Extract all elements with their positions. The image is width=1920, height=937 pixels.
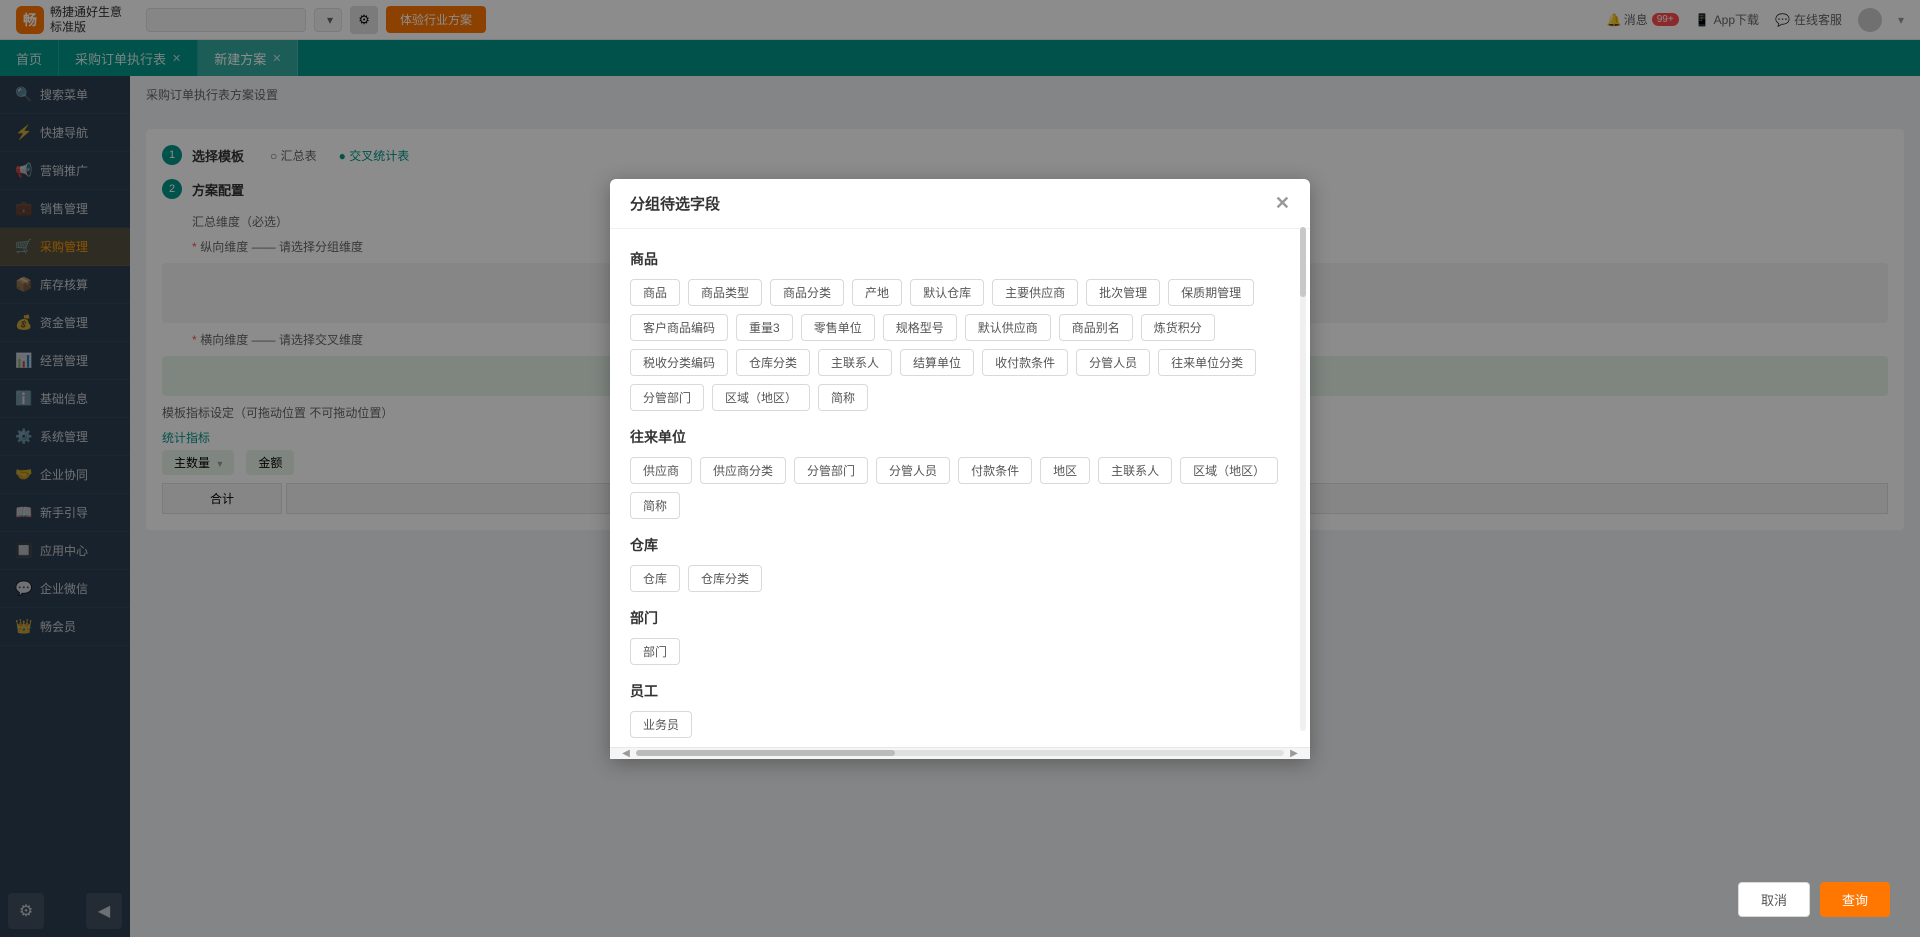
field-tag[interactable]: 仓库分类 xyxy=(688,565,762,592)
field-tag[interactable]: 炼货积分 xyxy=(1141,314,1215,341)
field-tag[interactable]: 商品 xyxy=(630,279,680,306)
hscroll-right[interactable]: ▶ xyxy=(1284,748,1304,759)
field-tag[interactable]: 商品别名 xyxy=(1059,314,1133,341)
field-tag[interactable]: 默认供应商 xyxy=(965,314,1051,341)
field-tag[interactable]: 简称 xyxy=(818,384,868,411)
field-tag[interactable]: 主联系人 xyxy=(1098,457,1172,484)
field-tag[interactable]: 付款条件 xyxy=(958,457,1032,484)
field-tag[interactable]: 主要供应商 xyxy=(992,279,1078,306)
field-tag[interactable]: 仓库分类 xyxy=(736,349,810,376)
field-tag[interactable]: 零售单位 xyxy=(801,314,875,341)
field-tag[interactable]: 分管部门 xyxy=(630,384,704,411)
section-title-warehouse: 仓库 xyxy=(630,535,1290,555)
field-grid-dept: 部门 xyxy=(630,638,1290,665)
section-title-goods: 商品 xyxy=(630,249,1290,269)
modal-title: 分组待选字段 xyxy=(630,193,720,214)
field-tag[interactable]: 部门 xyxy=(630,638,680,665)
field-tag[interactable]: 收付款条件 xyxy=(982,349,1068,376)
modal-body[interactable]: 商品 商品 商品类型 商品分类 产地 默认仓库 主要供应商 批次管理 保质期管理… xyxy=(610,229,1310,747)
field-tag[interactable]: 地区 xyxy=(1040,457,1090,484)
field-tag[interactable]: 商品分类 xyxy=(770,279,844,306)
confirm-button[interactable]: 查询 xyxy=(1820,882,1890,917)
field-tag[interactable]: 主联系人 xyxy=(818,349,892,376)
field-tag[interactable]: 分管人员 xyxy=(876,457,950,484)
field-tag[interactable]: 保质期管理 xyxy=(1168,279,1254,306)
modal-overlay: 分组待选字段 ✕ 商品 商品 商品类型 商品分类 产地 默认仓库 主要供应商 批… xyxy=(0,0,1920,937)
hscroll-track xyxy=(636,750,1284,756)
section-title-staff: 员工 xyxy=(630,681,1290,701)
vscroll-track[interactable] xyxy=(1300,227,1306,731)
field-tag[interactable]: 产地 xyxy=(852,279,902,306)
field-tag[interactable]: 商品类型 xyxy=(688,279,762,306)
field-tag[interactable]: 规格型号 xyxy=(883,314,957,341)
field-tag[interactable]: 区域（地区） xyxy=(712,384,810,411)
cancel-button[interactable]: 取消 xyxy=(1738,882,1810,917)
hscroll-left[interactable]: ◀ xyxy=(616,748,636,759)
section-title-partners: 往来单位 xyxy=(630,427,1290,447)
field-tag[interactable]: 供应商 xyxy=(630,457,692,484)
field-grid-partners: 供应商 供应商分类 分管部门 分管人员 付款条件 地区 主联系人 区域（地区） … xyxy=(630,457,1290,519)
modal-hscroll[interactable]: ◀ ▶ xyxy=(610,747,1310,759)
field-tag[interactable]: 仓库 xyxy=(630,565,680,592)
field-tag[interactable]: 简称 xyxy=(630,492,680,519)
modal: 分组待选字段 ✕ 商品 商品 商品类型 商品分类 产地 默认仓库 主要供应商 批… xyxy=(610,179,1310,759)
field-tag[interactable]: 默认仓库 xyxy=(910,279,984,306)
hscroll-thumb xyxy=(636,750,895,756)
field-grid-staff: 业务员 xyxy=(630,711,1290,738)
field-tag[interactable]: 往来单位分类 xyxy=(1158,349,1256,376)
field-tag[interactable]: 重量3 xyxy=(736,314,793,341)
field-tag[interactable]: 结算单位 xyxy=(900,349,974,376)
field-tag[interactable]: 客户商品编码 xyxy=(630,314,728,341)
field-tag[interactable]: 区域（地区） xyxy=(1180,457,1278,484)
field-tag[interactable]: 业务员 xyxy=(630,711,692,738)
modal-footer: 取消 查询 xyxy=(1738,882,1890,917)
field-grid-warehouse: 仓库 仓库分类 xyxy=(630,565,1290,592)
section-title-dept: 部门 xyxy=(630,608,1290,628)
field-grid-goods: 商品 商品类型 商品分类 产地 默认仓库 主要供应商 批次管理 保质期管理 客户… xyxy=(630,279,1290,411)
field-tag[interactable]: 供应商分类 xyxy=(700,457,786,484)
modal-header: 分组待选字段 ✕ xyxy=(610,179,1310,229)
field-tag[interactable]: 分管部门 xyxy=(794,457,868,484)
modal-close-btn[interactable]: ✕ xyxy=(1275,194,1290,212)
field-tag[interactable]: 税收分类编码 xyxy=(630,349,728,376)
field-tag[interactable]: 批次管理 xyxy=(1086,279,1160,306)
field-tag[interactable]: 分管人员 xyxy=(1076,349,1150,376)
vscroll-thumb xyxy=(1300,227,1306,297)
